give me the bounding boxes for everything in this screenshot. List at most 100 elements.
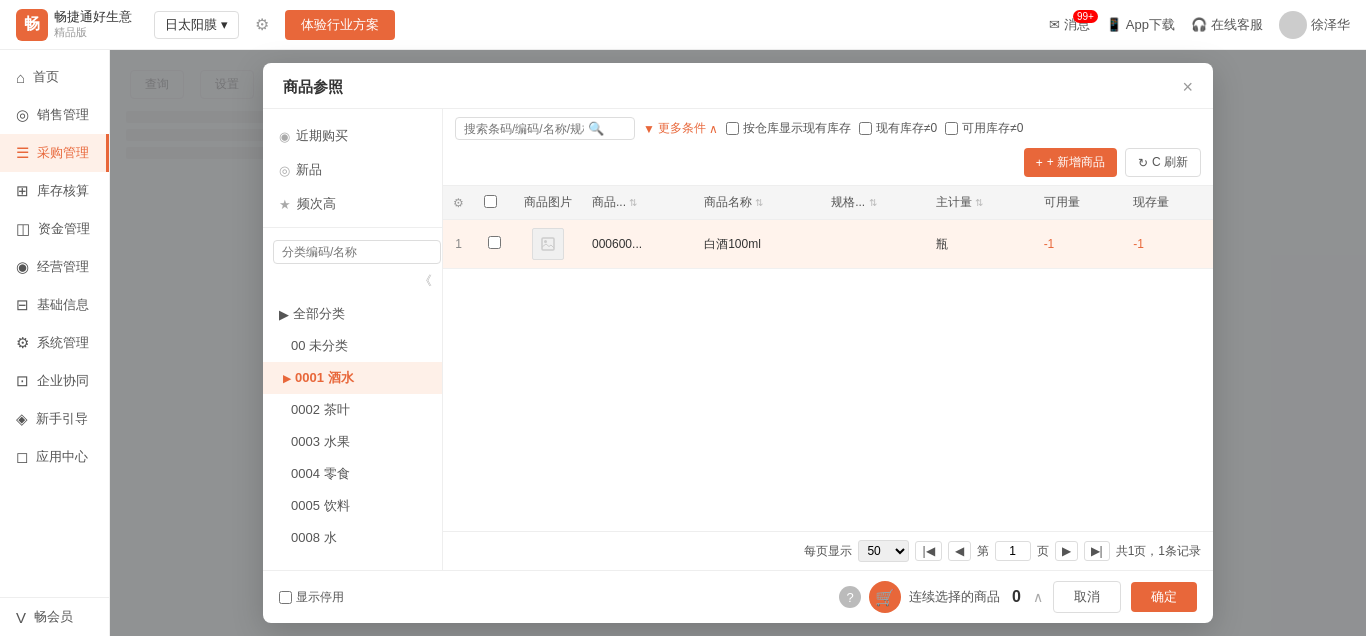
sort-code-icon[interactable]: ⇅ (629, 197, 637, 208)
category-tree: ▶ 全部分类 00 未分类 ▶ 0001 酒水 0002 茶 (263, 294, 442, 560)
collapse-cart-icon[interactable]: ∧ (1033, 589, 1043, 605)
sidebar-item-vip[interactable]: V 畅会员 (0, 597, 109, 636)
more-filter-button[interactable]: ▼ 更多条件 ∧ (643, 120, 718, 137)
th-spec[interactable]: 规格... ⇅ (821, 186, 926, 220)
show-disabled-checkbox-label[interactable]: 显示停用 (279, 589, 344, 606)
sidebar-item-inventory[interactable]: ⊞ 库存核算 (0, 172, 109, 210)
cat-label-fruit: 0003 水果 (291, 433, 350, 451)
prev-page-button[interactable]: ◀ (948, 541, 971, 561)
toolbar-right: + + 新增商品 ↻ C 刷新 (1024, 148, 1201, 177)
sidebar-item-label: 首页 (33, 68, 59, 86)
th-code-label: 商品... (592, 195, 626, 209)
sidebar-item-operations[interactable]: ◉ 经营管理 (0, 248, 109, 286)
cat-item-all[interactable]: ▶ 全部分类 (263, 298, 442, 330)
next-page-button[interactable]: ▶ (1055, 541, 1078, 561)
sidebar-item-finance[interactable]: ◫ 资金管理 (0, 210, 109, 248)
th-unit[interactable]: 主计量 ⇅ (926, 186, 1034, 220)
sidebar-item-apps[interactable]: ◻ 应用中心 (0, 438, 109, 476)
product-search-icon[interactable]: 🔍 (588, 121, 604, 136)
cart-icon[interactable]: 🛒 (869, 581, 901, 613)
product-reference-dialog: 商品参照 × ◉ 近期购买 ◎ 新品 (263, 63, 1213, 623)
checkbox-available-nonzero[interactable]: 可用库存≠0 (945, 120, 1023, 137)
messages-badge: 99 (1073, 10, 1098, 23)
app-download-nav[interactable]: 📱 App下载 (1106, 16, 1175, 34)
stock-nonzero-checkbox[interactable] (859, 122, 872, 135)
left-nav-recent[interactable]: ◉ 近期购买 (263, 119, 442, 153)
cat-item-fruit[interactable]: 0003 水果 (263, 426, 442, 458)
sidebar-item-label: 库存核算 (37, 182, 89, 200)
user-name: 徐泽华 (1311, 16, 1350, 34)
plus-icon: + (1036, 156, 1043, 170)
purchase-icon: ☰ (16, 144, 29, 162)
cart-area: ? 🛒 连续选择的商品 0 ∧ (839, 581, 1043, 613)
refresh-icon: ↻ (1138, 156, 1148, 170)
sidebar-item-basics[interactable]: ⊟ 基础信息 (0, 286, 109, 324)
sort-name-icon[interactable]: ⇅ (755, 197, 763, 208)
dialog-close-button[interactable]: × (1182, 77, 1193, 98)
gear-icon[interactable]: ⚙ (251, 11, 273, 38)
checkbox-stock-nonzero[interactable]: 现有库存≠0 (859, 120, 937, 137)
collab-icon: ⊡ (16, 372, 29, 390)
table-settings-icon[interactable]: ⚙ (453, 196, 464, 210)
row-checkbox[interactable] (488, 236, 501, 249)
th-image: 商品图片 (514, 186, 582, 220)
user-nav[interactable]: 徐泽华 (1279, 11, 1350, 39)
cat-item-liquor[interactable]: ▶ 0001 酒水 (263, 362, 442, 394)
sidebar-item-label: 应用中心 (36, 448, 88, 466)
left-nav-new[interactable]: ◎ 新品 (263, 153, 442, 187)
available-nonzero-checkbox[interactable] (945, 122, 958, 135)
select-all-checkbox[interactable] (484, 195, 497, 208)
service-nav[interactable]: 🎧 在线客服 (1191, 16, 1263, 34)
th-name[interactable]: 商品名称 ⇅ (694, 186, 821, 220)
new-icon: ◎ (279, 163, 290, 178)
help-icon[interactable]: ? (839, 586, 861, 608)
last-page-button[interactable]: ▶| (1084, 541, 1110, 561)
product-search-bar: 🔍 (455, 117, 635, 140)
sidebar-item-guide[interactable]: ◈ 新手引导 (0, 400, 109, 438)
show-disabled-checkbox[interactable] (279, 591, 292, 604)
th-available[interactable]: 可用量 (1034, 186, 1124, 220)
collapse-left-button[interactable]: 《 (419, 272, 432, 290)
table-row[interactable]: 1 (443, 220, 1213, 269)
row-spec (821, 220, 926, 269)
refresh-button[interactable]: ↻ C 刷新 (1125, 148, 1201, 177)
page-input[interactable] (995, 541, 1031, 561)
product-search-input[interactable] (464, 122, 584, 136)
warehouse-checkbox[interactable] (726, 122, 739, 135)
store-selector[interactable]: 日太阳膜 ▾ (154, 11, 239, 39)
sidebar-item-home[interactable]: ⌂ 首页 (0, 58, 109, 96)
category-search-input[interactable] (273, 240, 441, 264)
cat-item-uncategorized[interactable]: 00 未分类 (263, 330, 442, 362)
cart-text: 连续选择的商品 (909, 588, 1000, 606)
cat-item-snack[interactable]: 0004 零食 (263, 458, 442, 490)
sidebar-item-purchase[interactable]: ☰ 采购管理 (0, 134, 109, 172)
cat-item-beverage[interactable]: 0005 饮料 (263, 490, 442, 522)
cancel-button[interactable]: 取消 (1053, 581, 1121, 613)
first-page-button[interactable]: |◀ (915, 541, 941, 561)
sort-spec-icon[interactable]: ⇅ (869, 197, 877, 208)
checkbox-warehouse[interactable]: 按仓库显示现有库存 (726, 120, 851, 137)
sidebar-item-sales[interactable]: ◎ 销售管理 (0, 96, 109, 134)
cart-count: 0 (1012, 588, 1021, 606)
logo-icon: 畅 (16, 9, 48, 41)
avatar (1279, 11, 1307, 39)
sidebar-item-collab[interactable]: ⊡ 企业协同 (0, 362, 109, 400)
cta-button[interactable]: 体验行业方案 (285, 10, 395, 40)
sort-unit-icon[interactable]: ⇅ (975, 197, 983, 208)
cat-item-water[interactable]: 0008 水 (263, 522, 442, 554)
cat-item-appliance[interactable]: 0010 家电 (263, 554, 442, 560)
per-page-select[interactable]: 50 100 200 (858, 540, 909, 562)
confirm-button[interactable]: 确定 (1131, 582, 1197, 612)
add-product-button[interactable]: + + 新增商品 (1024, 148, 1117, 177)
left-nav-frequent[interactable]: ★ 频次高 (263, 187, 442, 221)
row-code: 000600... (582, 220, 694, 269)
cat-item-tea[interactable]: 0002 茶叶 (263, 394, 442, 426)
nav-right: ✉ 消息 99 📱 App下载 🎧 在线客服 徐泽华 (1049, 11, 1350, 39)
cat-label-water: 0008 水 (291, 529, 337, 547)
th-code[interactable]: 商品... ⇅ (582, 186, 694, 220)
cat-arrow-liquor: ▶ (283, 373, 291, 384)
messages-nav[interactable]: ✉ 消息 99 (1049, 16, 1090, 34)
th-settings: ⚙ (443, 186, 474, 220)
sidebar-item-system[interactable]: ⚙ 系统管理 (0, 324, 109, 362)
left-nav-new-label: 新品 (296, 161, 322, 179)
